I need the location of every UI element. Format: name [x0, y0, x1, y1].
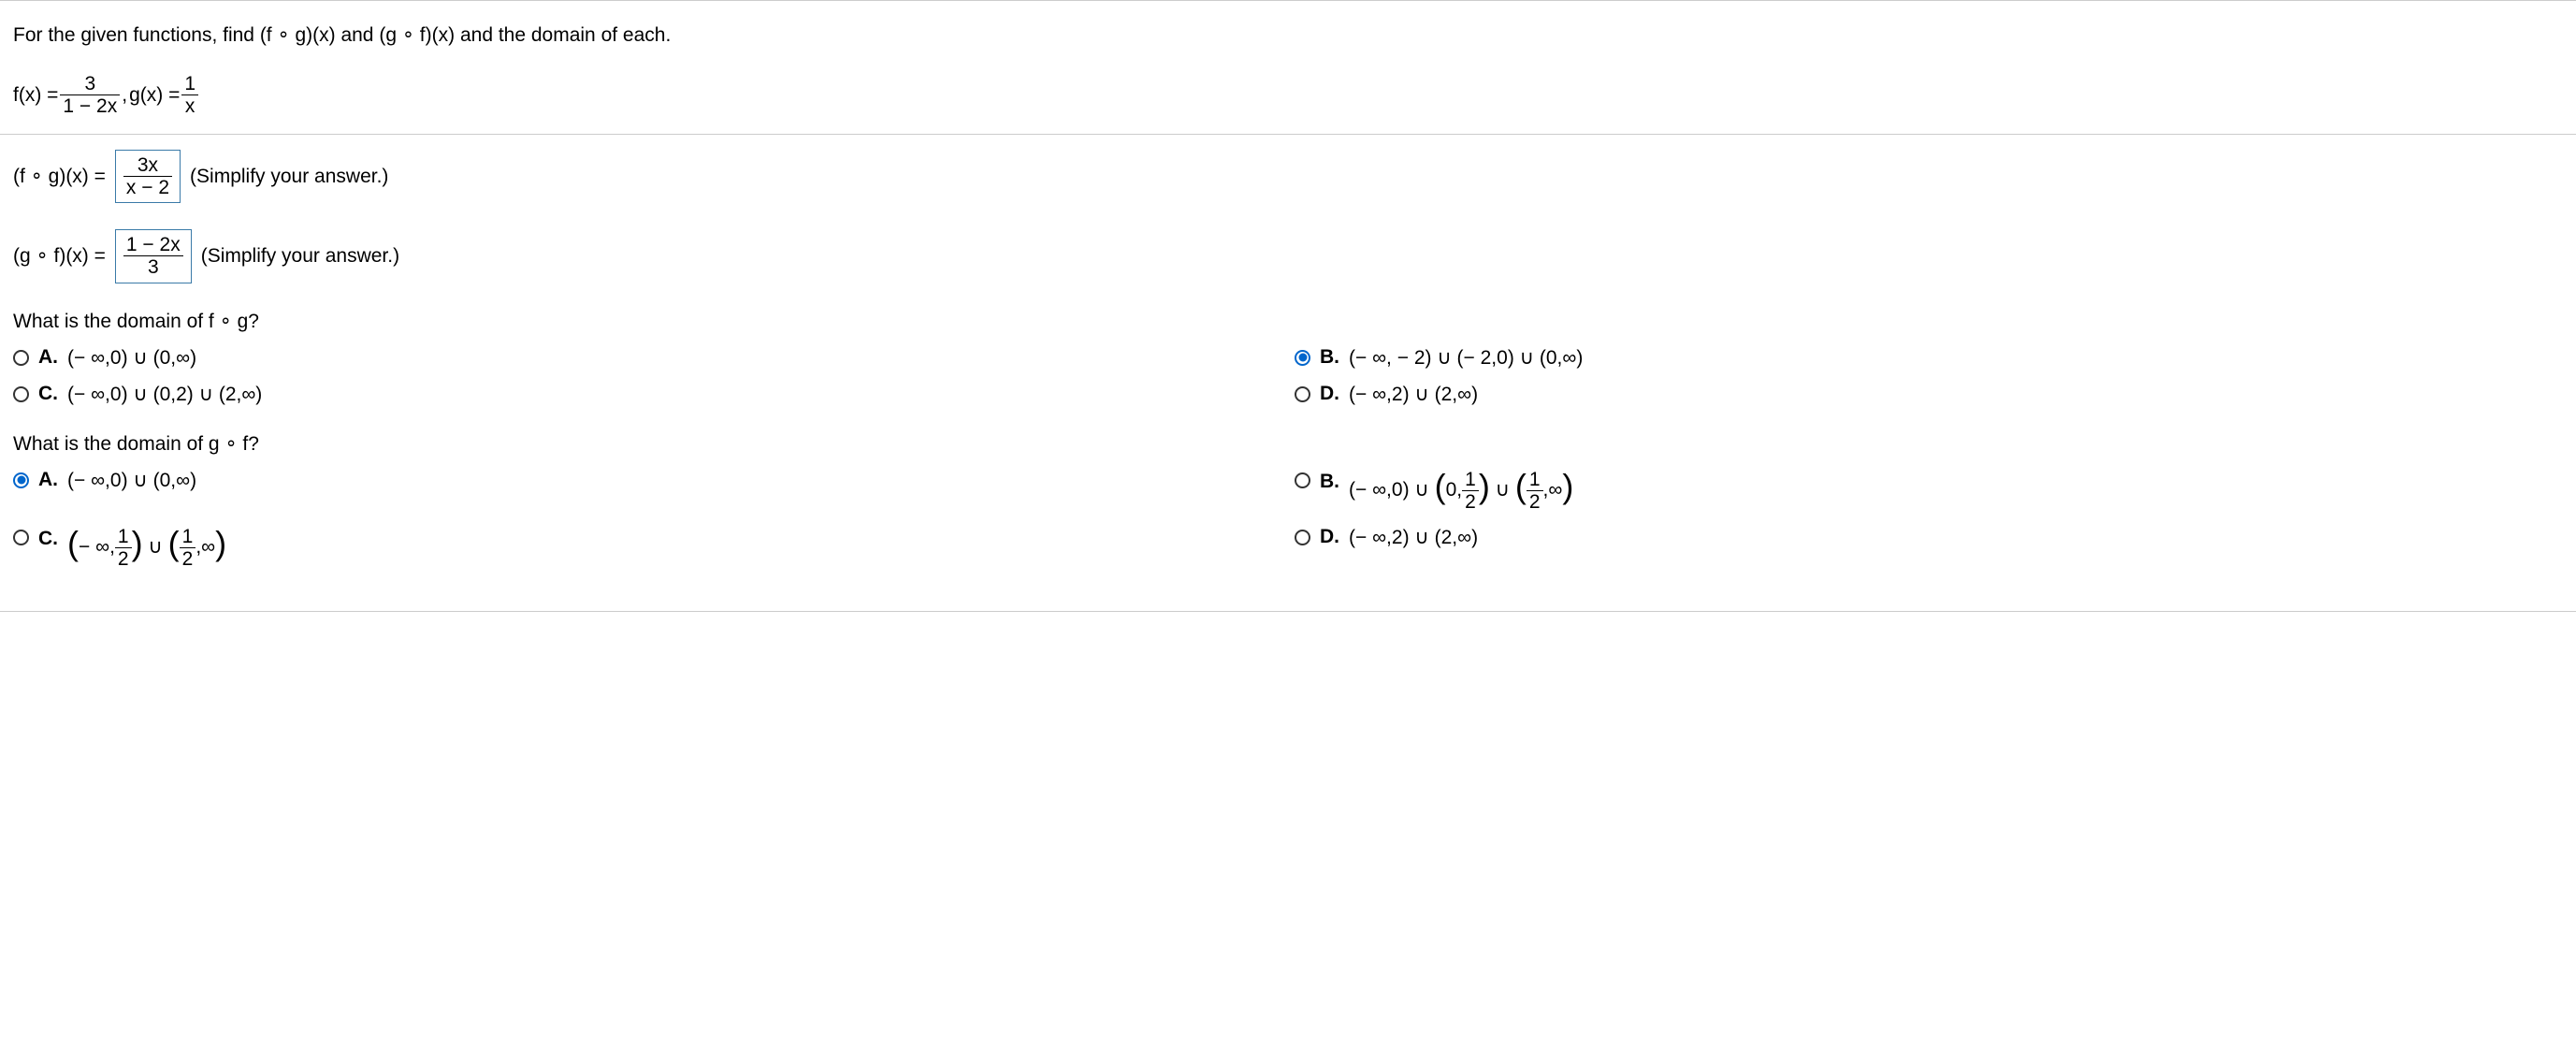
- radio-icon[interactable]: [13, 350, 29, 366]
- radio-icon[interactable]: [13, 386, 29, 402]
- simplify-hint-2: (Simplify your answer.): [201, 245, 399, 268]
- q2-options: A. (− ∞,0) ∪ (0,∞) B. (− ∞,0) ∪ (0,12) ∪…: [13, 469, 2539, 570]
- q1-option-a[interactable]: A. (− ∞,0) ∪ (0,∞): [13, 346, 1257, 370]
- q2-option-b-math: (− ∞,0) ∪ (0,12) ∪ (12,∞): [1349, 469, 1573, 513]
- q2-option-c[interactable]: C. (− ∞,12) ∪ (12,∞): [13, 526, 1257, 570]
- q2-option-c-math: (− ∞,12) ∪ (12,∞): [67, 526, 226, 570]
- gof-label: (g ∘ f)(x) =: [13, 244, 106, 268]
- q1-option-c[interactable]: C. (− ∞,0) ∪ (0,2) ∪ (2,∞): [13, 383, 1257, 406]
- function-definitions: f(x) = 3 1 − 2x , g(x) = 1 x: [13, 73, 2563, 117]
- q1-option-b[interactable]: B. (− ∞, − 2) ∪ (− 2,0) ∪ (0,∞): [1295, 346, 2539, 370]
- gof-answer-row: (g ∘ f)(x) = 1 − 2x 3 (Simplify your ans…: [13, 229, 2563, 283]
- answers-section: (f ∘ g)(x) = 3x x − 2 (Simplify your ans…: [0, 135, 2576, 611]
- simplify-hint: (Simplify your answer.): [190, 166, 388, 188]
- g-fraction: 1 x: [181, 73, 198, 117]
- q2-option-a[interactable]: A. (− ∞,0) ∪ (0,∞): [13, 469, 1257, 513]
- q2-title: What is the domain of g ∘ f?: [13, 432, 2563, 456]
- fog-label: (f ∘ g)(x) =: [13, 165, 106, 188]
- radio-icon[interactable]: [13, 530, 29, 545]
- radio-icon[interactable]: [1295, 350, 1310, 366]
- fog-answer-row: (f ∘ g)(x) = 3x x − 2 (Simplify your ans…: [13, 150, 2563, 203]
- gof-answer-box[interactable]: 1 − 2x 3: [115, 229, 192, 283]
- f-fraction: 3 1 − 2x: [60, 73, 120, 117]
- prompt-text: For the given functions, find (f ∘ g)(x)…: [13, 23, 2563, 47]
- f-label: f(x) =: [13, 84, 58, 107]
- g-label: g(x) =: [129, 84, 180, 107]
- fog-answer-box[interactable]: 3x x − 2: [115, 150, 181, 203]
- q1-options: A. (− ∞,0) ∪ (0,∞) B. (− ∞, − 2) ∪ (− 2,…: [13, 346, 2539, 406]
- radio-icon[interactable]: [1295, 530, 1310, 545]
- q1-option-d[interactable]: D. (− ∞,2) ∪ (2,∞): [1295, 383, 2539, 406]
- question-header: For the given functions, find (f ∘ g)(x)…: [0, 1, 2576, 134]
- q2-option-d[interactable]: D. (− ∞,2) ∪ (2,∞): [1295, 526, 2539, 570]
- q2-option-b[interactable]: B. (− ∞,0) ∪ (0,12) ∪ (12,∞): [1295, 469, 2539, 513]
- radio-icon[interactable]: [1295, 472, 1310, 488]
- radio-icon[interactable]: [1295, 386, 1310, 402]
- radio-icon[interactable]: [13, 472, 29, 488]
- comma: ,: [122, 84, 127, 107]
- q1-title: What is the domain of f ∘ g?: [13, 310, 2563, 333]
